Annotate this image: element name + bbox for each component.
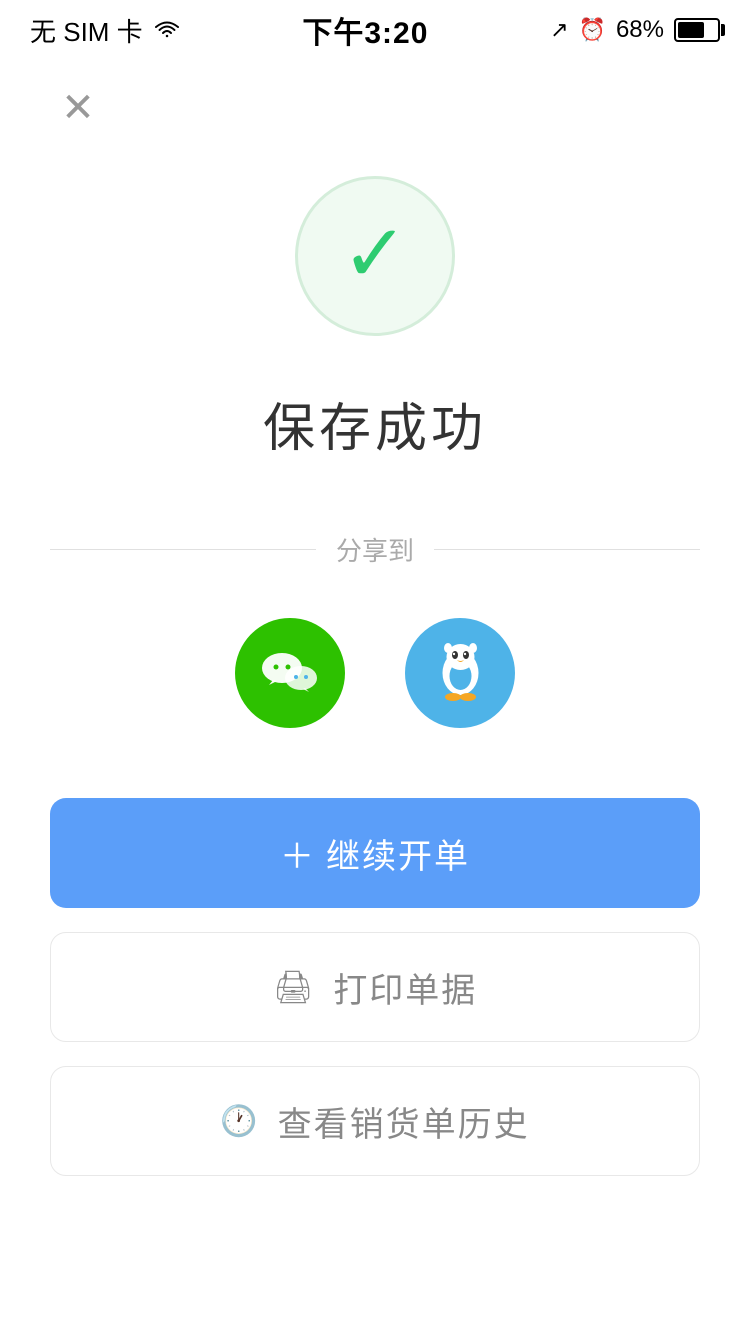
printer-icon: 🖨	[273, 968, 316, 1006]
share-divider: 分享到	[50, 531, 700, 568]
wechat-share-button[interactable]	[235, 618, 345, 728]
share-icons	[235, 618, 515, 728]
qq-icon	[428, 641, 493, 706]
location-icon: ↗	[550, 17, 568, 43]
battery-icon	[674, 18, 720, 42]
share-label: 分享到	[336, 531, 414, 568]
main-content: ✕ ✓ 保存成功 分享到	[0, 60, 750, 1236]
close-button[interactable]: ✕	[50, 80, 106, 136]
share-section: 分享到	[50, 531, 700, 728]
battery-fill	[678, 22, 704, 38]
battery-percent: 68%	[616, 16, 664, 44]
checkmark-icon: ✓	[341, 214, 408, 294]
history-label: 查看销货单历史	[278, 1097, 530, 1146]
wifi-icon	[153, 20, 181, 40]
print-label: 打印单据	[333, 963, 477, 1012]
close-icon: ✕	[61, 88, 95, 128]
alarm-icon: ⏰	[579, 17, 606, 43]
continue-button[interactable]: ＋ 继续开单	[50, 798, 700, 908]
divider-left	[50, 549, 316, 550]
status-left: 无 SIM 卡	[30, 12, 181, 49]
action-buttons: ＋ 继续开单 🖨 打印单据 🕐 查看销货单历史	[50, 798, 700, 1176]
carrier-text: 无 SIM 卡	[30, 12, 143, 49]
status-time: 下午3:20	[302, 8, 428, 52]
qq-share-button[interactable]	[405, 618, 515, 728]
wechat-icon	[255, 638, 325, 708]
plus-icon: ＋	[280, 829, 316, 878]
history-button[interactable]: 🕐 查看销货单历史	[50, 1066, 700, 1176]
continue-label: 继续开单	[326, 829, 470, 878]
status-bar: 无 SIM 卡 下午3:20 ↗ ⏰ 68%	[0, 0, 750, 60]
status-right: ↗ ⏰ 68%	[550, 16, 720, 44]
success-title: 保存成功	[263, 386, 487, 461]
print-button[interactable]: 🖨 打印单据	[50, 932, 700, 1042]
clock-icon: 🕐	[220, 1104, 259, 1139]
divider-right	[434, 549, 700, 550]
success-circle: ✓	[295, 176, 455, 336]
center-section: ✓ 保存成功 分享到	[50, 176, 700, 1176]
